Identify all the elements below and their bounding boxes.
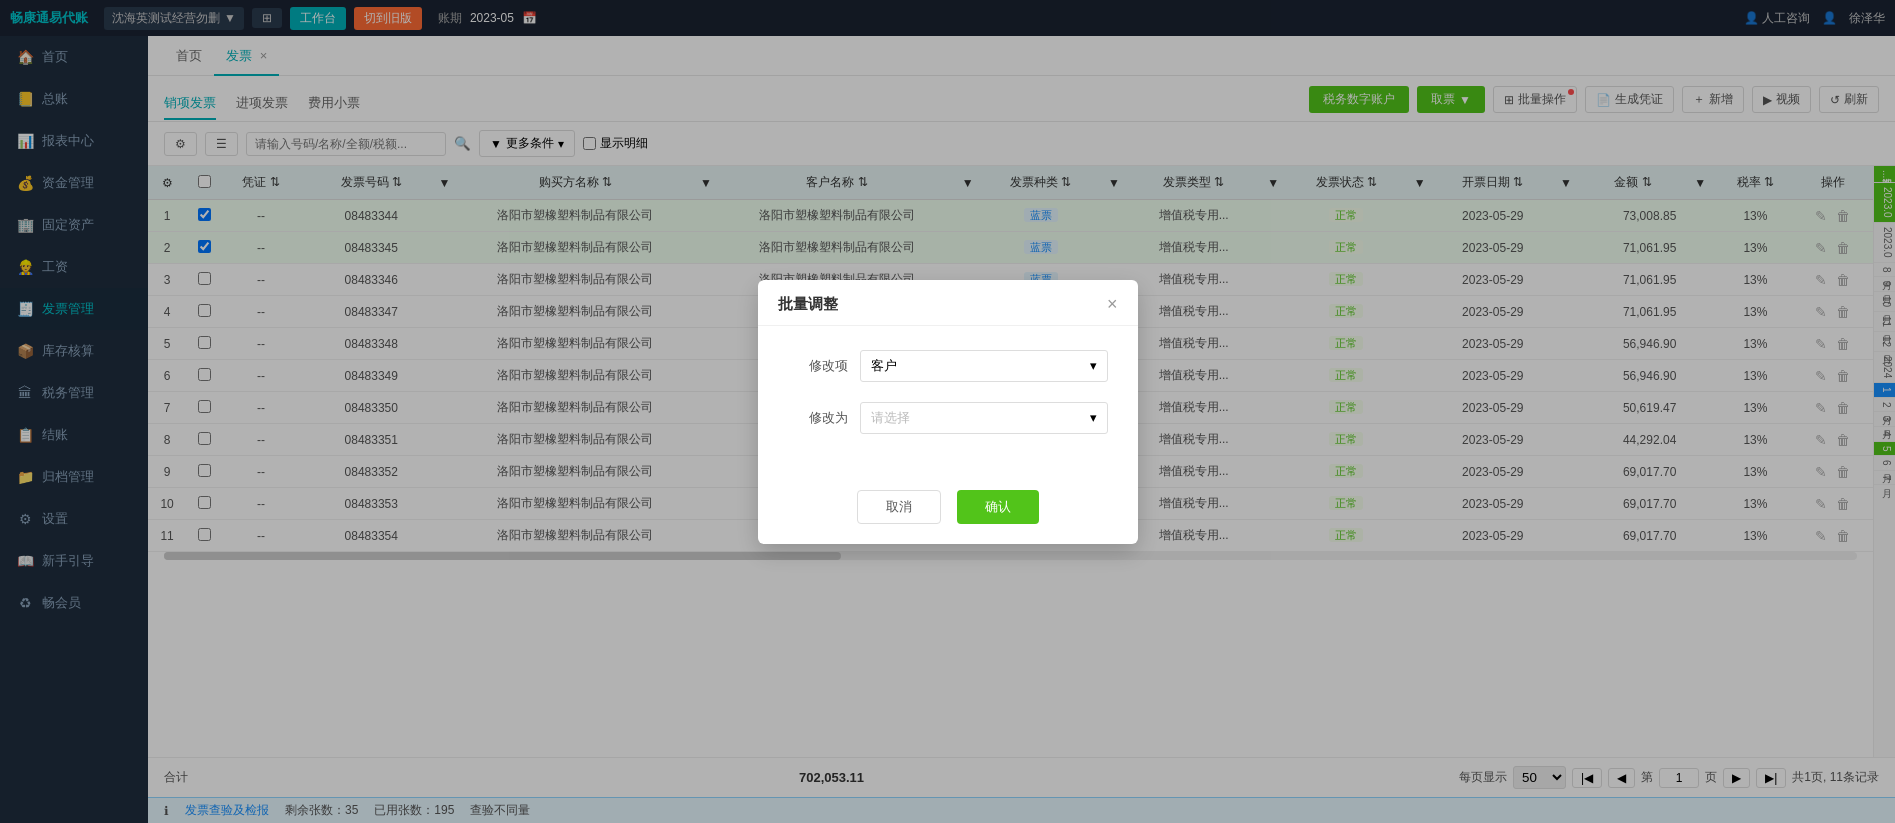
dropdown-icon: ▾ <box>1090 358 1097 373</box>
modify-field-select[interactable]: 客户 ▾ <box>860 350 1108 382</box>
modal-header: 批量调整 × <box>758 280 1138 326</box>
modify-value-select[interactable]: 请选择 ▾ <box>860 402 1108 434</box>
modal-confirm-btn[interactable]: 确认 <box>957 490 1039 524</box>
modal-title: 批量调整 <box>778 295 838 314</box>
modify-field-row: 修改项 客户 ▾ <box>788 350 1108 382</box>
modify-field-label: 修改项 <box>788 357 848 375</box>
modal-overlay[interactable]: 批量调整 × 修改项 客户 ▾ 修改为 请选择 ▾ 取消 确认 <box>0 0 1895 823</box>
modify-value-label: 修改为 <box>788 409 848 427</box>
modal-close-btn[interactable]: × <box>1107 294 1118 315</box>
modify-value-row: 修改为 请选择 ▾ <box>788 402 1108 434</box>
modal-body: 修改项 客户 ▾ 修改为 请选择 ▾ <box>758 326 1138 478</box>
batch-adjust-modal: 批量调整 × 修改项 客户 ▾ 修改为 请选择 ▾ 取消 确认 <box>758 280 1138 544</box>
modal-cancel-btn[interactable]: 取消 <box>857 490 941 524</box>
modal-footer: 取消 确认 <box>758 478 1138 544</box>
dropdown-icon2: ▾ <box>1090 410 1097 425</box>
